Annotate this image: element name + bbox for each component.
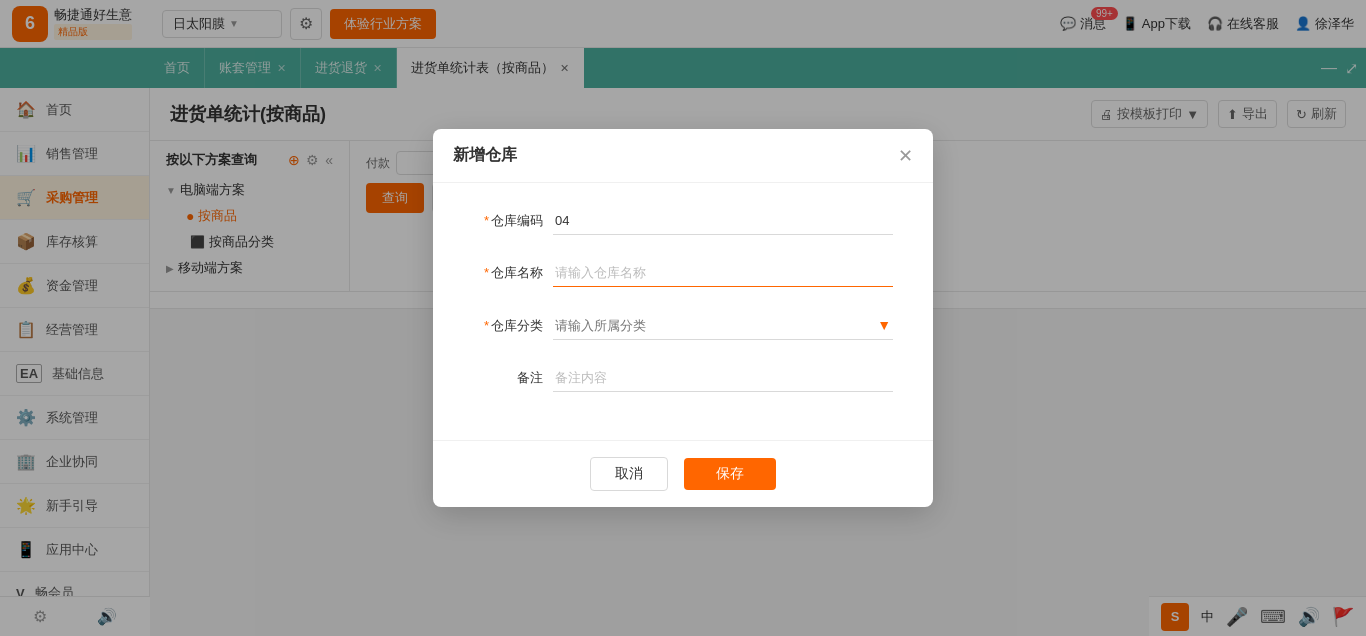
new-warehouse-modal: 新增仓库 ✕ 仓库编码 仓库名称 仓库分类 ▼ xyxy=(433,129,933,507)
category-input[interactable] xyxy=(555,318,877,333)
notes-label: 备注 xyxy=(473,369,553,387)
modal-header: 新增仓库 ✕ xyxy=(433,129,933,183)
form-row-code: 仓库编码 xyxy=(473,207,893,235)
form-row-name: 仓库名称 xyxy=(473,259,893,287)
modal-overlay: 新增仓库 ✕ 仓库编码 仓库名称 仓库分类 ▼ xyxy=(0,0,1366,636)
modal-close-button[interactable]: ✕ xyxy=(898,147,913,165)
name-label: 仓库名称 xyxy=(473,264,553,282)
category-label: 仓库分类 xyxy=(473,317,553,335)
notes-input[interactable] xyxy=(553,364,893,392)
name-input[interactable] xyxy=(553,259,893,287)
cancel-button[interactable]: 取消 xyxy=(590,457,668,491)
code-label: 仓库编码 xyxy=(473,212,553,230)
form-row-notes: 备注 xyxy=(473,364,893,392)
form-row-category: 仓库分类 ▼ xyxy=(473,311,893,340)
category-select-row: ▼ xyxy=(553,311,893,340)
category-arrow-icon: ▼ xyxy=(877,317,891,333)
code-input[interactable] xyxy=(553,207,893,235)
save-button[interactable]: 保存 xyxy=(684,458,776,490)
modal-body: 仓库编码 仓库名称 仓库分类 ▼ 备注 xyxy=(433,183,933,440)
modal-title: 新增仓库 xyxy=(453,145,517,166)
modal-footer: 取消 保存 xyxy=(433,440,933,507)
